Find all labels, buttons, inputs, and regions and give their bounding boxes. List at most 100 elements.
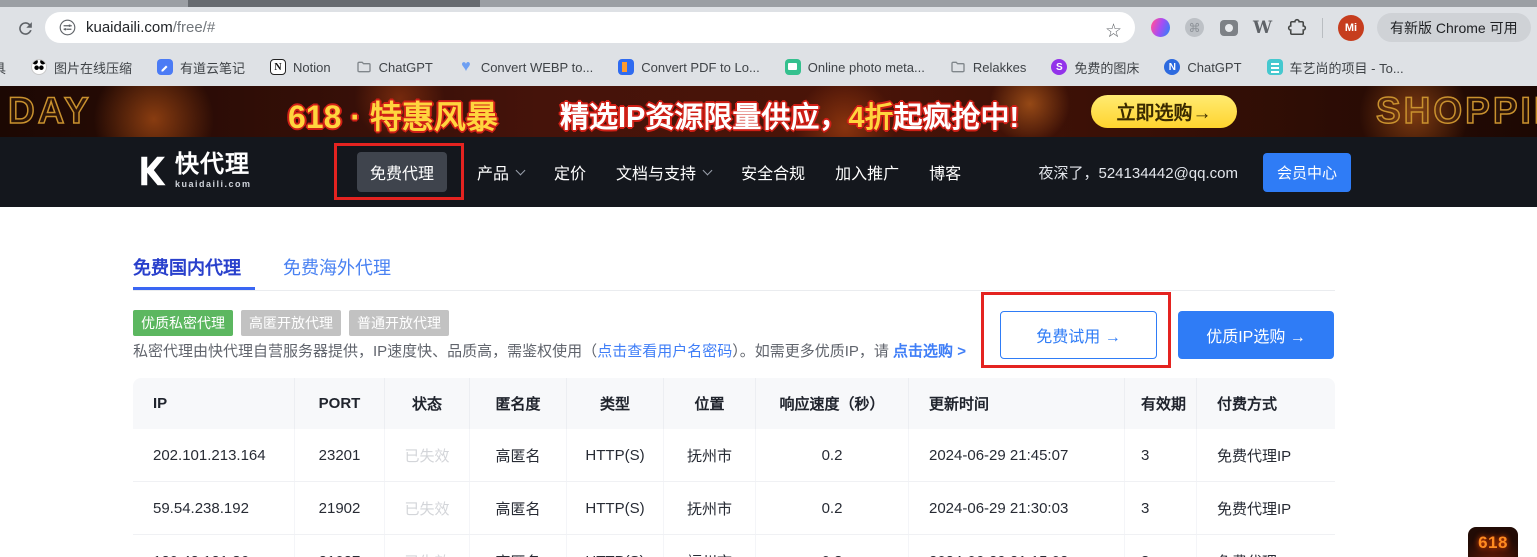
header-port: PORT — [295, 378, 385, 429]
banner-marquee-right: SHOPPIN — [1376, 90, 1537, 132]
screenshot-extension-icon[interactable] — [1218, 17, 1239, 38]
view-credentials-link[interactable]: 点击查看用户名密码 — [597, 343, 732, 360]
cell-speed: 0.3 — [756, 535, 909, 557]
logo-k-icon — [133, 153, 169, 189]
bookmark-cheyishang[interactable]: 车艺尚的项目 - To... — [1267, 58, 1404, 77]
bookmark-image-compress[interactable]: 图片在线压缩 — [31, 58, 132, 77]
browser-window: kuaidaili.com/free/# ☆ ⌘ W Mi 有新版 Chrome… — [0, 0, 1537, 557]
header-location: 位置 — [664, 378, 756, 429]
notion-icon: N — [270, 59, 286, 75]
header-payment: 付费方式 — [1197, 378, 1334, 429]
user-greeting: 夜深了，524134442@qq.com — [1039, 137, 1239, 207]
brain-extension-icon[interactable] — [1150, 17, 1171, 38]
chevron-down-icon — [516, 165, 526, 175]
tab-overseas-free[interactable]: 免费海外代理 — [283, 254, 391, 280]
tab-strip — [0, 0, 1537, 7]
table-header-row: IP PORT 状态 匿名度 类型 位置 响应速度（秒） 更新时间 有效期 付费… — [133, 378, 1335, 429]
kuaidaili-logo[interactable]: 快代理 kuaidaili.com — [133, 153, 252, 189]
bookmark-image-host[interactable]: S免费的图床 — [1051, 58, 1139, 77]
bookmark-convert-pdf[interactable]: Convert PDF to Lo... — [618, 59, 760, 75]
header-status: 状态 — [385, 378, 470, 429]
reload-button[interactable] — [13, 16, 37, 40]
nav-item-blog[interactable]: 博客 — [929, 160, 961, 184]
table-row: 120.42.121.86 21027 已失效 高匿名 HTTP(S) 福州市 … — [133, 535, 1335, 557]
nav-item-products[interactable]: 产品 — [477, 160, 524, 184]
address-bar[interactable]: kuaidaili.com/free/# ☆ — [45, 12, 1135, 43]
float-618-badge[interactable]: 618 — [1468, 527, 1518, 557]
banner-subtitle: 精选IP资源限量供应，4折起疯抢中! — [560, 94, 1019, 136]
cell-ip: 120.42.121.86 — [133, 535, 295, 557]
header-type: 类型 — [567, 378, 664, 429]
bookmark-folder-chatgpt[interactable]: ChatGPT — [356, 59, 433, 75]
bookmark-photo-meta[interactable]: Online photo meta... — [785, 59, 925, 75]
header-updated: 更新时间 — [909, 378, 1125, 429]
banner-marquee-left: DAY — [8, 90, 92, 132]
tab-domestic-free[interactable]: 免费国内代理 — [133, 254, 241, 280]
table-row: 59.54.238.192 21902 已失效 高匿名 HTTP(S) 抚州市 … — [133, 482, 1335, 535]
tag-normal-open[interactable]: 普通开放代理 — [349, 310, 449, 336]
cell-updated: 2024-06-29 21:30:03 — [909, 482, 1125, 534]
cell-anonymity: 高匿名 — [470, 482, 567, 534]
promo-banner[interactable]: DAY 618 · 特惠风暴 精选IP资源限量供应，4折起疯抢中! 立即选购→ … — [0, 86, 1537, 137]
nav-item-pricing[interactable]: 定价 — [554, 160, 586, 184]
free-trial-button[interactable]: 免费试用 → — [1000, 311, 1157, 359]
reload-icon — [16, 19, 35, 38]
bookmark-notion[interactable]: NNotion — [270, 59, 331, 75]
cell-speed: 0.2 — [756, 482, 909, 534]
folder-icon — [950, 59, 966, 75]
buy-now-link[interactable]: 点击选购 > — [893, 343, 966, 360]
panda-icon — [31, 59, 47, 75]
extensions-puzzle-icon[interactable] — [1286, 17, 1307, 38]
nav-menu: 免费代理 产品 定价 文档与支持 安全合规 加入推广 博客 — [357, 137, 961, 207]
extensions-row: ⌘ W Mi 有新版 Chrome 可用 ⋮ — [1150, 7, 1537, 48]
cell-status: 已失效 — [385, 535, 470, 557]
premium-ip-button[interactable]: 优质IP选购 → — [1178, 311, 1334, 359]
cell-type: HTTP(S) — [567, 482, 664, 534]
cell-location: 福州市 — [664, 535, 756, 557]
site-settings-icon[interactable] — [59, 19, 76, 36]
cell-port: 21027 — [295, 535, 385, 557]
bookmark-star-icon[interactable]: ☆ — [1105, 16, 1122, 48]
proxy-type-tags: 优质私密代理 高匿开放代理 普通开放代理 — [133, 310, 449, 336]
table-row: 202.101.213.164 23201 已失效 高匿名 HTTP(S) 抚州… — [133, 429, 1335, 482]
bookmark-folder-relakkes[interactable]: Relakkes — [950, 59, 1026, 75]
command-extension-icon[interactable]: ⌘ — [1184, 17, 1205, 38]
nav-item-free-proxy[interactable]: 免费代理 — [357, 152, 447, 192]
cell-ip: 59.54.238.192 — [133, 482, 295, 534]
cell-anonymity: 高匿名 — [470, 429, 567, 481]
cell-location: 抚州市 — [664, 429, 756, 481]
bookmark-tools[interactable]: 具 — [0, 58, 6, 77]
youdao-pen-icon — [157, 59, 173, 75]
nav-item-compliance[interactable]: 安全合规 — [741, 160, 805, 184]
banner-title: 618 · 特惠风暴 — [288, 92, 498, 137]
tag-high-anon-open[interactable]: 高匿开放代理 — [241, 310, 341, 336]
cell-validity: 3 — [1125, 535, 1197, 557]
cell-ip: 202.101.213.164 — [133, 429, 295, 481]
nav-item-affiliate[interactable]: 加入推广 — [835, 160, 899, 184]
banner-highlight: 4折 — [848, 102, 893, 134]
bookmark-youdao[interactable]: 有道云笔记 — [157, 58, 245, 77]
bookmark-chatgpt[interactable]: NChatGPT — [1164, 59, 1241, 75]
banner-cta-button[interactable]: 立即选购→ — [1091, 95, 1237, 128]
n-circle-icon: N — [1164, 59, 1180, 75]
logo-subtext: kuaidaili.com — [175, 180, 252, 189]
cell-type: HTTP(S) — [567, 429, 664, 481]
member-center-button[interactable]: 会员中心 — [1263, 153, 1351, 192]
cell-port: 23201 — [295, 429, 385, 481]
url-host: kuaidaili.com — [86, 19, 173, 36]
cell-speed: 0.2 — [756, 429, 909, 481]
tag-premium-private[interactable]: 优质私密代理 — [133, 310, 233, 336]
logo-text: 快代理 — [175, 153, 252, 177]
tab-divider — [133, 290, 1335, 291]
header-validity: 有效期 — [1125, 378, 1197, 429]
nav-item-docs[interactable]: 文档与支持 — [616, 160, 711, 184]
cell-status: 已失效 — [385, 429, 470, 481]
bookmark-convert-webp[interactable]: ♥Convert WEBP to... — [458, 59, 593, 75]
pdf-converter-icon — [618, 59, 634, 75]
heart-icon: ♥ — [458, 59, 474, 75]
cell-validity: 3 — [1125, 482, 1197, 534]
wikipedia-extension-icon[interactable]: W — [1252, 17, 1273, 38]
browser-toolbar: kuaidaili.com/free/# ☆ ⌘ W Mi 有新版 Chrome… — [0, 7, 1537, 48]
profile-avatar[interactable]: Mi — [1338, 15, 1364, 41]
chrome-update-chip[interactable]: 有新版 Chrome 可用 — [1377, 13, 1531, 42]
